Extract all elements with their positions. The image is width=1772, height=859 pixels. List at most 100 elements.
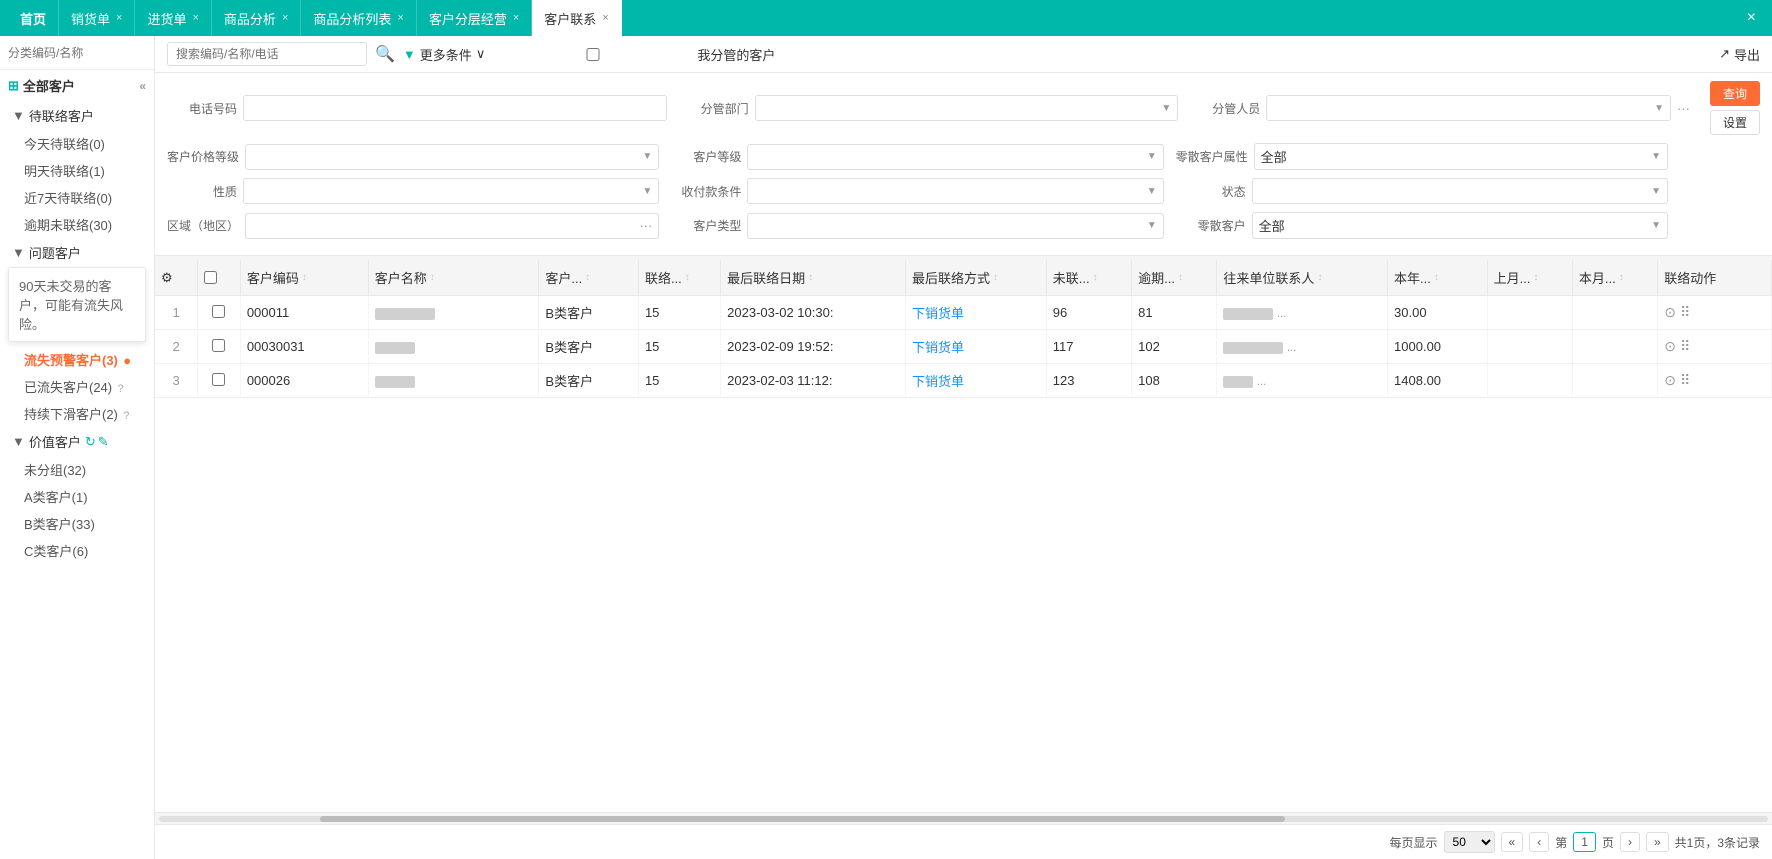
td-checkbox-2[interactable] bbox=[198, 364, 241, 398]
filter-customer-type-select[interactable]: ▼ bbox=[747, 213, 1163, 239]
th-contact[interactable]: 联络... ↕ bbox=[638, 260, 720, 296]
filter-customer-level-select[interactable]: ▼ bbox=[747, 144, 1163, 170]
horizontal-scrollbar[interactable] bbox=[155, 812, 1772, 824]
th-last-month[interactable]: 上月... ↕ bbox=[1487, 260, 1572, 296]
more-filter-button[interactable]: ▼ 更多条件 ∨ bbox=[403, 45, 485, 64]
filter-phone: 电话号码 bbox=[167, 95, 667, 121]
sidebar-item-a-class[interactable]: A类客户(1) bbox=[0, 483, 154, 510]
close-customer-tier-tab[interactable]: × bbox=[513, 12, 519, 24]
th-settings[interactable]: ⚙ bbox=[155, 260, 198, 296]
close-analysis-list-tab[interactable]: × bbox=[397, 12, 403, 24]
filter-phone-input[interactable] bbox=[243, 95, 667, 121]
sidebar-item-ungroups[interactable]: 未分组(32) bbox=[0, 456, 154, 483]
filter-nature-select[interactable]: ▼ bbox=[243, 178, 659, 204]
edit-icon[interactable]: ✎ bbox=[98, 434, 109, 450]
last-method-link-0[interactable]: 下销货单 bbox=[912, 306, 964, 321]
td-checkbox-1[interactable] bbox=[198, 330, 241, 364]
contact-action-icon-2[interactable]: ⊙ bbox=[1664, 372, 1676, 389]
last-page-button[interactable]: » bbox=[1646, 832, 1669, 852]
scroll-track[interactable] bbox=[159, 816, 1768, 822]
more-action-icon-0[interactable]: ⠿ bbox=[1680, 304, 1690, 321]
th-last-contact-date[interactable]: 最后联络日期 ↕ bbox=[721, 260, 906, 296]
filter-person-select[interactable]: ▼ bbox=[1266, 95, 1671, 121]
scroll-thumb[interactable] bbox=[320, 816, 1285, 822]
filter-payment-select[interactable]: ▼ bbox=[747, 178, 1163, 204]
nav-home[interactable]: 首页 bbox=[8, 0, 59, 36]
th-customer-type[interactable]: 客户... ↕ bbox=[539, 260, 639, 296]
last-method-link-1[interactable]: 下销货单 bbox=[912, 340, 964, 355]
prev-page-button[interactable]: ‹ bbox=[1529, 832, 1549, 852]
per-page-select[interactable]: 20 50 100 bbox=[1444, 831, 1495, 853]
nav-customer-tier[interactable]: 客户分层经营 × bbox=[417, 0, 532, 36]
th-this-year[interactable]: 本年... ↕ bbox=[1388, 260, 1488, 296]
th-this-month[interactable]: 本月... ↕ bbox=[1572, 260, 1657, 296]
first-page-button[interactable]: « bbox=[1501, 832, 1524, 852]
row-checkbox-1[interactable] bbox=[212, 339, 225, 352]
select-all-checkbox[interactable] bbox=[204, 271, 217, 284]
td-checkbox-0[interactable] bbox=[198, 296, 241, 330]
filter-sparse-customer-select[interactable]: 全部 ▼ bbox=[1252, 212, 1668, 239]
sidebar-item-churned[interactable]: 已流失客户(24) ? bbox=[0, 373, 154, 400]
th-overdue[interactable]: 逾期... ↕ bbox=[1132, 260, 1217, 296]
sidebar-item-churn-warning[interactable]: 流失预警客户(3) ● bbox=[0, 346, 154, 373]
search-input[interactable] bbox=[167, 42, 367, 66]
sidebar-item-c-class[interactable]: C类客户(6) bbox=[0, 537, 154, 564]
export-button[interactable]: ↗ 导出 bbox=[1719, 45, 1760, 64]
th-not-contacted[interactable]: 未联... ↕ bbox=[1046, 260, 1131, 296]
settings-icon[interactable]: ⚙ bbox=[161, 270, 173, 286]
close-customer-contact-tab[interactable]: × bbox=[602, 12, 608, 24]
more-action-icon-2[interactable]: ⠿ bbox=[1680, 372, 1690, 389]
person-dots[interactable]: ··· bbox=[1677, 101, 1690, 116]
value-customer-header[interactable]: ▼ 价值客户 ↻ ✎ bbox=[0, 427, 154, 456]
nav-purchase[interactable]: 进货单 × bbox=[135, 0, 211, 36]
row-checkbox-0[interactable] bbox=[212, 305, 225, 318]
more-action-icon-1[interactable]: ⠿ bbox=[1680, 338, 1690, 355]
collapse-sidebar-btn[interactable]: « bbox=[139, 79, 146, 93]
problem-customer-header[interactable]: ▼ 问题客户 bbox=[0, 238, 154, 267]
close-sales-tab[interactable]: × bbox=[116, 12, 122, 24]
td-last-method-1[interactable]: 下销货单 bbox=[906, 330, 1047, 364]
refresh-icon[interactable]: ↻ bbox=[85, 434, 96, 450]
sidebar-item-overdue-contact[interactable]: 逾期未联络(30) bbox=[0, 211, 154, 238]
nav-customer-contact[interactable]: 客户联系 × bbox=[532, 0, 621, 36]
page-label-prefix: 第 bbox=[1555, 834, 1567, 851]
sidebar-item-b-class[interactable]: B类客户(33) bbox=[0, 510, 154, 537]
sidebar-item-tomorrow[interactable]: 明天待联络(1) bbox=[0, 157, 154, 184]
contact-action-icon-0[interactable]: ⊙ bbox=[1664, 304, 1676, 321]
td-last-method-0[interactable]: 下销货单 bbox=[906, 296, 1047, 330]
sidebar-item-today[interactable]: 今天待联络(0) bbox=[0, 130, 154, 157]
last-method-link-2[interactable]: 下销货单 bbox=[912, 374, 964, 389]
sidebar-item-7days[interactable]: 近7天待联络(0) bbox=[0, 184, 154, 211]
nav-sales[interactable]: 销货单 × bbox=[59, 0, 135, 36]
setting-button[interactable]: 设置 bbox=[1710, 110, 1760, 135]
filter-price-level-select[interactable]: ▼ bbox=[245, 144, 659, 170]
sidebar-search-input[interactable] bbox=[8, 46, 155, 60]
region-dots[interactable]: ··· bbox=[639, 218, 652, 233]
row-checkbox-2[interactable] bbox=[212, 373, 225, 386]
my-customers-checkbox[interactable] bbox=[493, 48, 693, 61]
filter-region-select[interactable]: ··· bbox=[245, 213, 659, 239]
all-customers-header[interactable]: ⊞ 全部客户 « bbox=[0, 70, 154, 101]
pending-contact-header[interactable]: ▼ 待联络客户 bbox=[0, 101, 154, 130]
nav-analysis[interactable]: 商品分析 × bbox=[212, 0, 301, 36]
search-button[interactable]: 🔍 bbox=[375, 44, 395, 64]
overdue-sort-icon: ↕ bbox=[1178, 272, 1183, 283]
query-button[interactable]: 查询 bbox=[1710, 81, 1760, 106]
filter-status-select[interactable]: ▼ bbox=[1252, 178, 1668, 204]
th-name[interactable]: 客户名称 ↕ bbox=[368, 260, 539, 296]
th-last-contact-method[interactable]: 最后联络方式 ↕ bbox=[906, 260, 1047, 296]
my-customers-checkbox-label[interactable]: 我分管的客户 bbox=[493, 45, 775, 64]
pending-contact-arrow: ▼ bbox=[12, 108, 25, 123]
filter-sparse-attr-select[interactable]: 全部 ▼ bbox=[1254, 143, 1668, 170]
close-purchase-tab[interactable]: × bbox=[192, 12, 198, 24]
filter-dept-select[interactable]: ▼ bbox=[755, 95, 1179, 121]
th-contact-person[interactable]: 往来单位联系人 ↕ bbox=[1217, 260, 1388, 296]
window-close-btn[interactable]: × bbox=[1739, 9, 1764, 27]
contact-action-icon-1[interactable]: ⊙ bbox=[1664, 338, 1676, 355]
next-page-button[interactable]: › bbox=[1620, 832, 1640, 852]
nav-analysis-list[interactable]: 商品分析列表 × bbox=[301, 0, 416, 36]
th-code[interactable]: 客户编码 ↕ bbox=[240, 260, 368, 296]
td-last-method-2[interactable]: 下销货单 bbox=[906, 364, 1047, 398]
sidebar-item-declining[interactable]: 持续下滑客户(2) ? bbox=[0, 400, 154, 427]
close-analysis-tab[interactable]: × bbox=[282, 12, 288, 24]
